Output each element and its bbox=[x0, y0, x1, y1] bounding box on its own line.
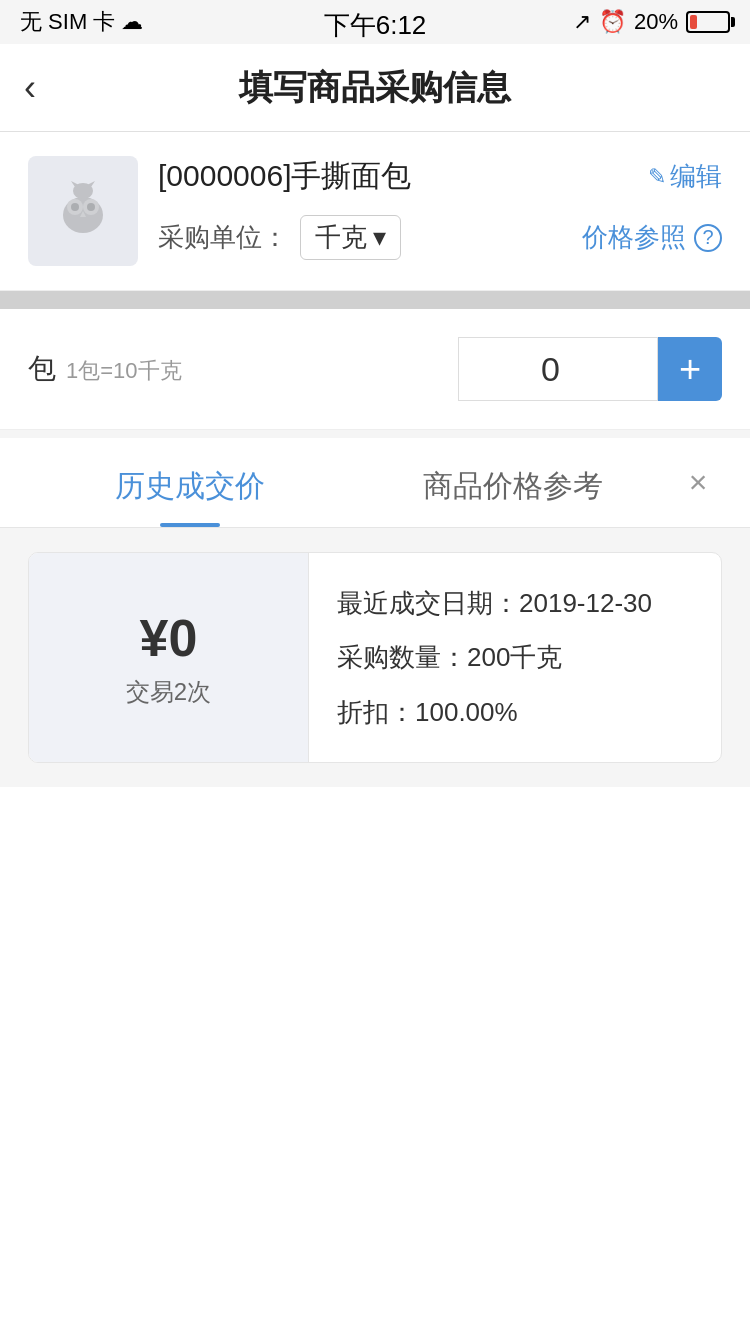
discount-label: 折扣： bbox=[337, 697, 415, 727]
page-title: 填写商品采购信息 bbox=[239, 65, 511, 111]
battery-fill bbox=[690, 15, 697, 29]
back-button[interactable]: ‹ bbox=[24, 67, 36, 109]
purchase-unit-row: 采购单位： 千克 ▾ 价格参照 ? bbox=[158, 215, 722, 260]
history-price: ¥0 bbox=[140, 608, 198, 668]
product-card: [0000006]手撕面包 ✎ 编辑 采购单位： 千克 ▾ 价格参照 ? bbox=[0, 132, 750, 291]
product-name: [0000006]手撕面包 bbox=[158, 156, 411, 197]
unit-value: 千克 bbox=[315, 220, 367, 255]
discount-value: 100.00% bbox=[415, 697, 518, 727]
status-left: 无 SIM 卡 ☁ bbox=[20, 7, 143, 37]
nav-bar: ‹ 填写商品采购信息 bbox=[0, 44, 750, 132]
battery-icon bbox=[686, 11, 730, 33]
svg-point-4 bbox=[87, 203, 95, 211]
dropdown-icon: ▾ bbox=[373, 222, 386, 253]
quantity-controls: + bbox=[458, 337, 722, 401]
edit-icon: ✎ bbox=[648, 164, 666, 190]
quantity-label-group: 包 1包=10千克 bbox=[28, 350, 182, 388]
quantity-input[interactable] bbox=[458, 337, 658, 401]
status-bar: 无 SIM 卡 ☁ 下午6:12 ↗ ⏰ 20% bbox=[0, 0, 750, 44]
purchase-qty-label: 采购数量： bbox=[337, 642, 467, 672]
unit-select[interactable]: 千克 ▾ bbox=[300, 215, 401, 260]
page-content-rest bbox=[0, 787, 750, 1334]
help-icon: ? bbox=[694, 224, 722, 252]
history-card: ¥0 交易2次 最近成交日期：2019-12-30 采购数量：200千克 折扣：… bbox=[28, 552, 722, 763]
recent-date-row: 最近成交日期：2019-12-30 bbox=[337, 585, 693, 621]
recent-date-label: 最近成交日期： bbox=[337, 588, 519, 618]
purchase-unit-left: 采购单位： 千克 ▾ bbox=[158, 215, 401, 260]
separator-bar bbox=[0, 291, 750, 309]
tabs-close-button[interactable]: × bbox=[674, 459, 722, 507]
product-info: [0000006]手撕面包 ✎ 编辑 采购单位： 千克 ▾ 价格参照 ? bbox=[158, 156, 722, 260]
purchase-qty-value: 200千克 bbox=[467, 642, 562, 672]
status-time: 下午6:12 bbox=[324, 8, 427, 43]
edit-button[interactable]: ✎ 编辑 bbox=[648, 159, 722, 194]
product-name-row: [0000006]手撕面包 ✎ 编辑 bbox=[158, 156, 722, 197]
alarm-icon: ⏰ bbox=[599, 9, 626, 35]
tab-history-price[interactable]: 历史成交价 bbox=[28, 438, 351, 527]
quantity-plus-button[interactable]: + bbox=[658, 337, 722, 401]
purchase-unit-label: 采购单位： bbox=[158, 220, 288, 255]
quantity-row: 包 1包=10千克 + bbox=[0, 309, 750, 430]
quantity-sub-label: 1包=10千克 bbox=[66, 356, 182, 386]
sim-status: 无 SIM 卡 ☁ bbox=[20, 7, 143, 37]
tabs-bar: 历史成交价 商品价格参考 × bbox=[0, 438, 750, 528]
tab-product-price-ref[interactable]: 商品价格参考 bbox=[351, 438, 674, 527]
discount-row: 折扣：100.00% bbox=[337, 694, 693, 730]
price-ref-label: 价格参照 bbox=[582, 220, 686, 255]
history-section: ¥0 交易2次 最近成交日期：2019-12-30 采购数量：200千克 折扣：… bbox=[0, 528, 750, 787]
location-icon: ↗ bbox=[573, 9, 591, 35]
product-image bbox=[28, 156, 138, 266]
quantity-unit: 包 bbox=[28, 350, 56, 388]
history-trades: 交易2次 bbox=[126, 676, 211, 708]
purchase-qty-row: 采购数量：200千克 bbox=[337, 639, 693, 675]
battery-percent: 20% bbox=[634, 9, 678, 35]
recent-date-value: 2019-12-30 bbox=[519, 588, 652, 618]
svg-point-3 bbox=[71, 203, 79, 211]
history-right-panel: 最近成交日期：2019-12-30 采购数量：200千克 折扣：100.00% bbox=[309, 553, 721, 762]
status-right: ↗ ⏰ 20% bbox=[573, 9, 730, 35]
history-left-panel: ¥0 交易2次 bbox=[29, 553, 309, 762]
price-reference-button[interactable]: 价格参照 ? bbox=[582, 220, 722, 255]
